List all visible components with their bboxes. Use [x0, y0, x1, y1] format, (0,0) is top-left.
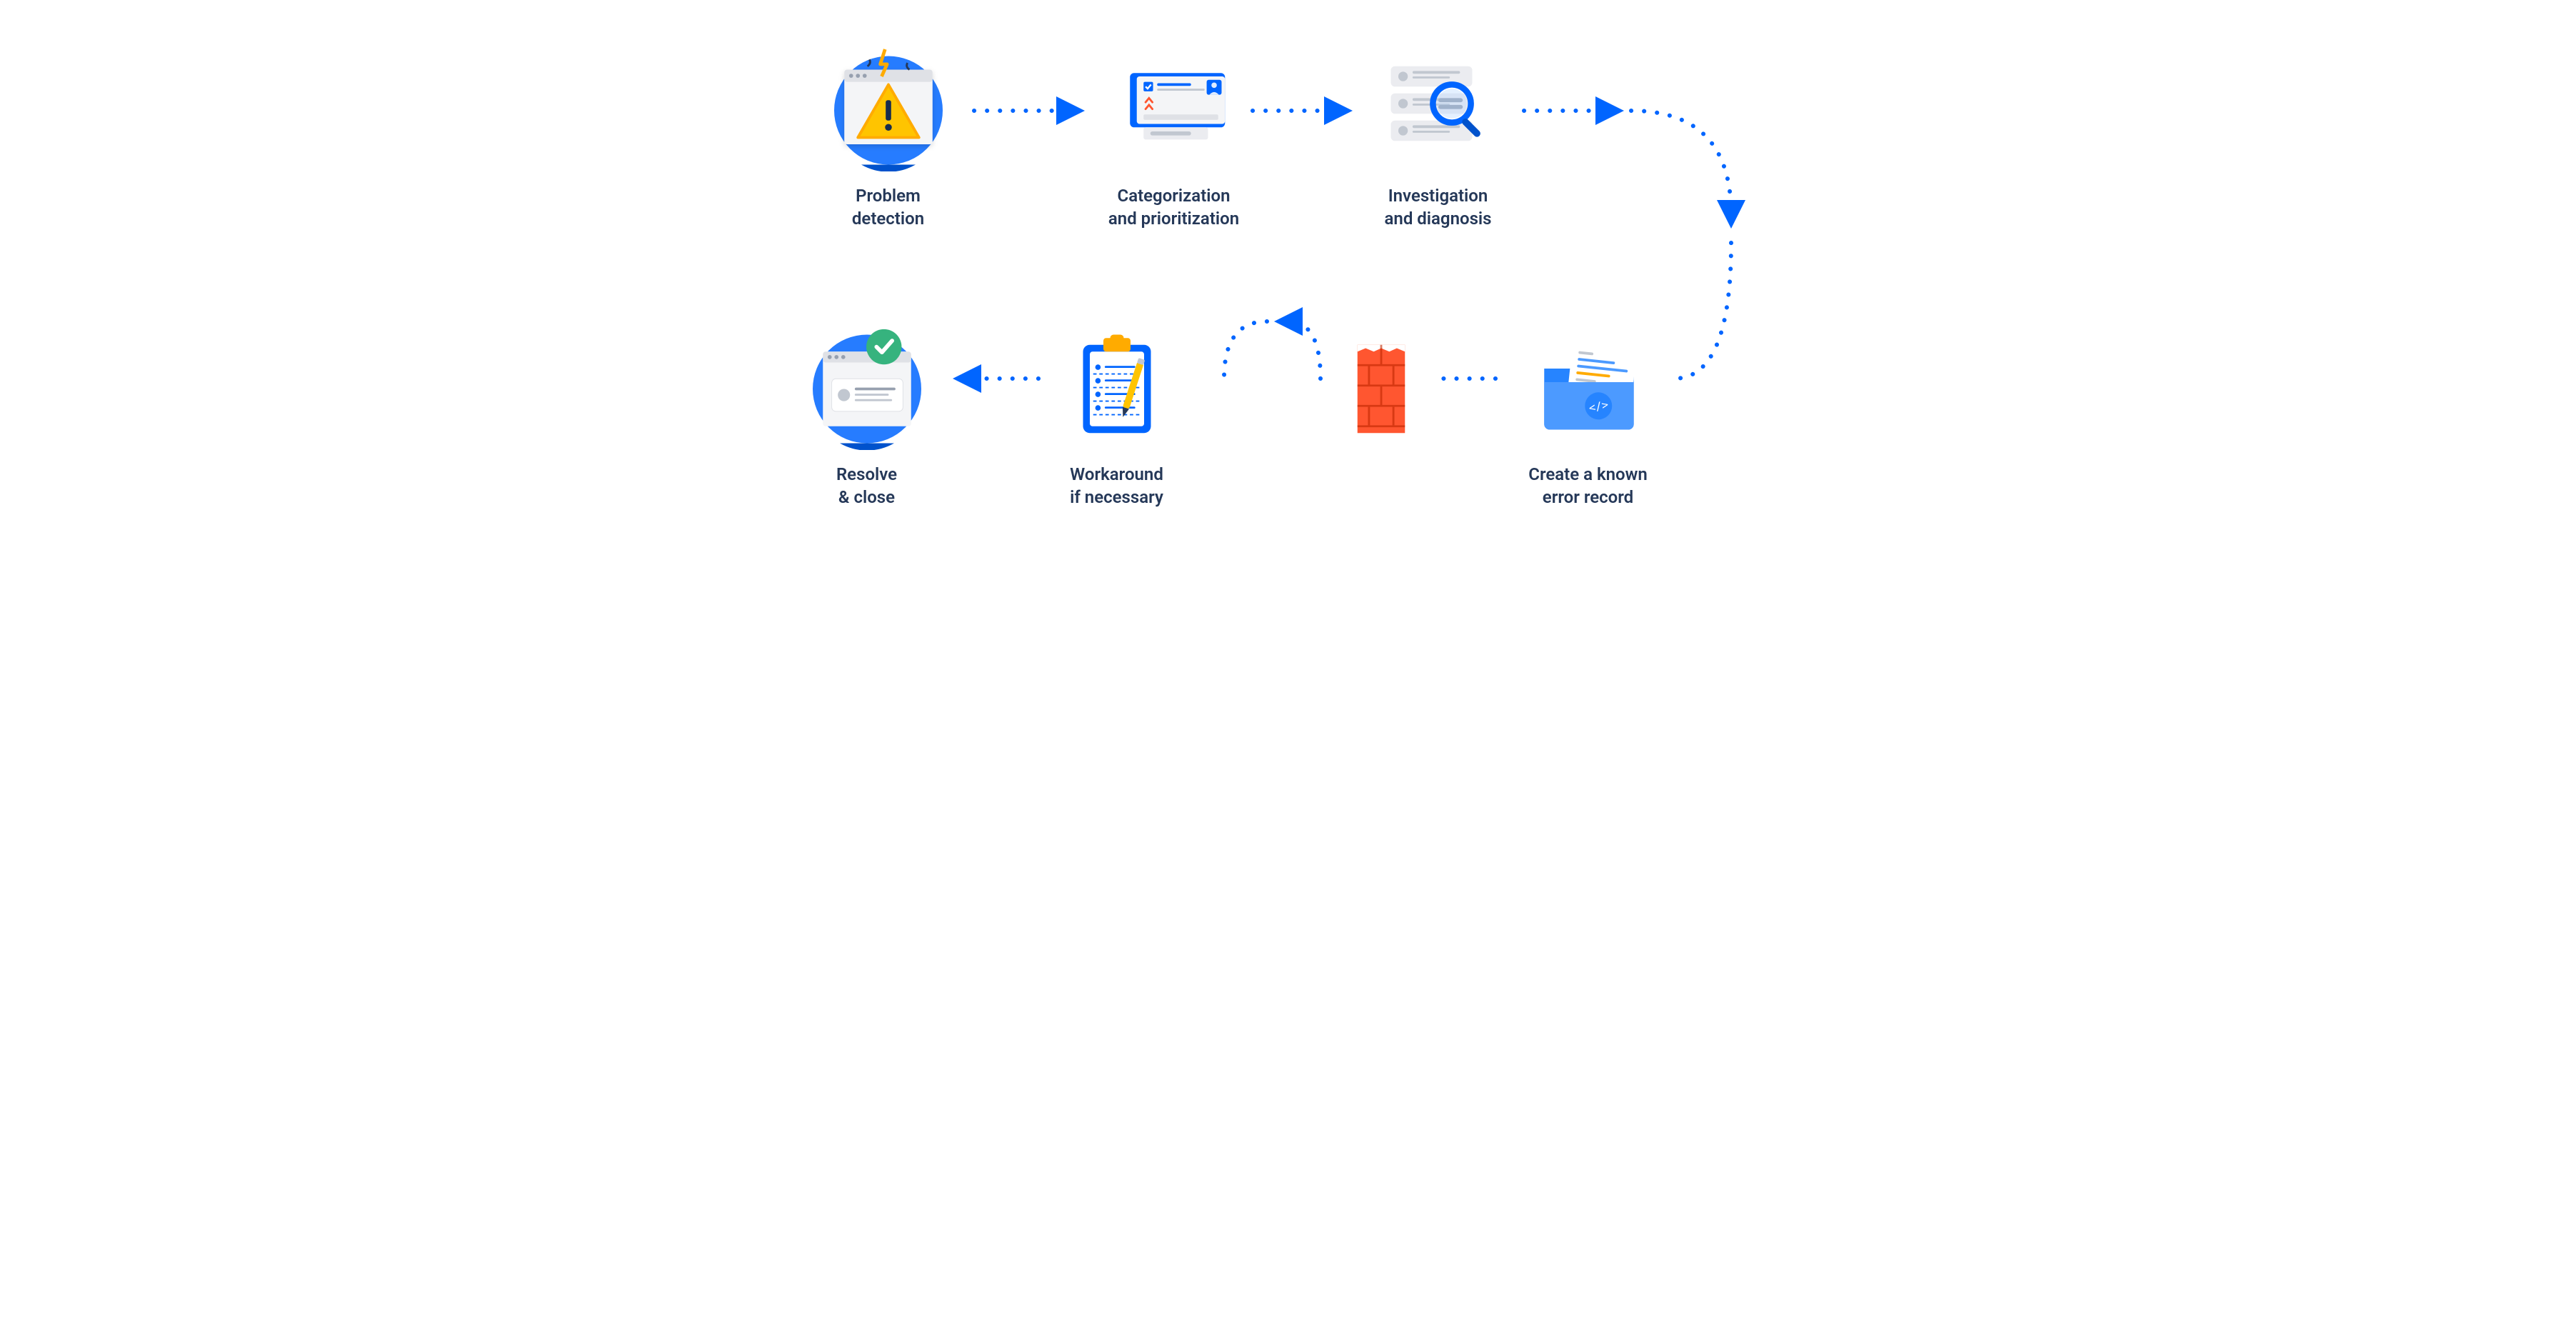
step-categorization-prioritization: Categorization and prioritization: [1081, 36, 1267, 231]
step-problem-detection: Problem detection: [796, 36, 981, 231]
workaround-icon: [1049, 314, 1185, 450]
step-investigation-diagnosis: Investigation and diagnosis: [1345, 36, 1531, 231]
step-label: Workaround if necessary: [1024, 463, 1210, 509]
investigation-icon: [1370, 36, 1506, 171]
categorization-icon: [1106, 36, 1242, 171]
step-workaround: Workaround if necessary: [1024, 314, 1210, 509]
problem-detection-icon: [821, 36, 956, 171]
step-wall-barrier: [1288, 314, 1474, 463]
step-label: Resolve & close: [774, 463, 960, 509]
step-create-known-error-record: </> Create a known error record: [1495, 314, 1681, 509]
step-label: Investigation and diagnosis: [1345, 184, 1531, 231]
step-label: Create a known error record: [1495, 463, 1681, 509]
error-record-icon: </>: [1520, 314, 1656, 450]
step-resolve-close: Resolve & close: [774, 314, 960, 509]
process-diagram: Problem detection Categorization and pri…: [753, 0, 1824, 557]
step-label: Categorization and prioritization: [1081, 184, 1267, 231]
wall-icon: [1313, 314, 1449, 450]
resolve-close-icon: [799, 314, 935, 450]
step-label: Problem detection: [796, 184, 981, 231]
